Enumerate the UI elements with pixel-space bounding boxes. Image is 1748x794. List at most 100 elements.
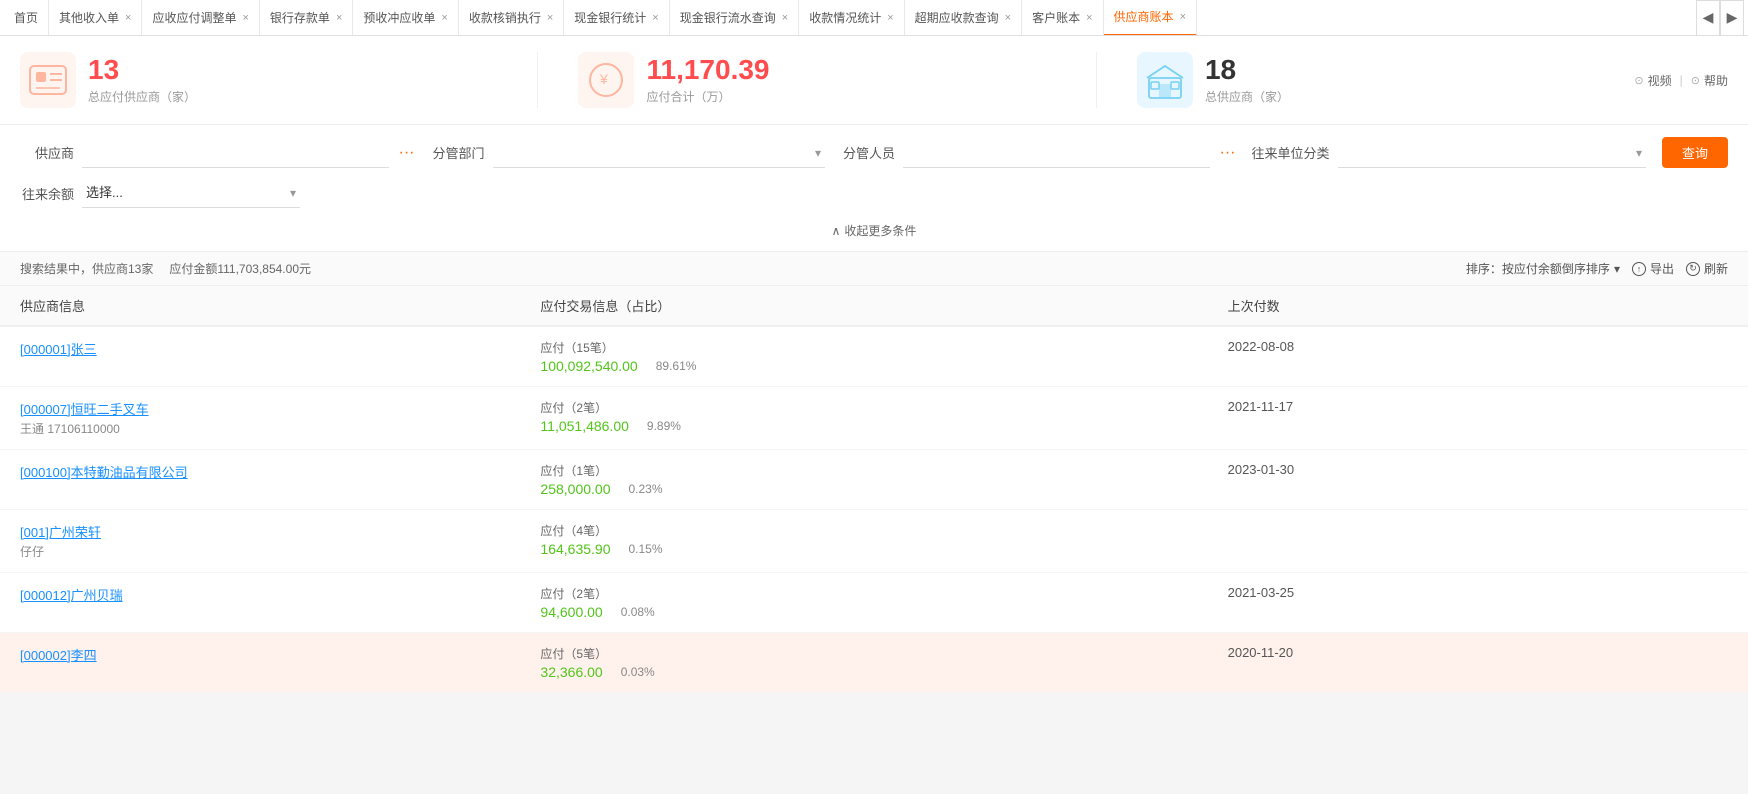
close-tab-customer-account[interactable]: × xyxy=(1086,12,1092,24)
supplier-cell-007: [000007]恒旺二手叉车 王通 17106110000 xyxy=(20,399,520,437)
stat-block-ap-total: ¥ 11,170.39 应付合计（万） xyxy=(537,52,1075,108)
supplier-link-012[interactable]: [000012]广州贝瑞 xyxy=(20,588,123,603)
trans-amount-002[interactable]: 32,366.00 xyxy=(540,664,602,680)
close-tab-receipt-verify[interactable]: × xyxy=(547,12,553,24)
dept-select[interactable] xyxy=(493,138,826,168)
close-tab-cash-bank-flow[interactable]: × xyxy=(782,12,788,24)
svg-text:¥: ¥ xyxy=(599,71,608,87)
supplier-link-002[interactable]: [000002]李四 xyxy=(20,648,97,663)
collapse-icon: ∧ xyxy=(832,224,841,238)
supplier-payable-icon xyxy=(20,52,76,108)
nav-tab-receipt-verify[interactable]: 收款核销执行 × xyxy=(459,0,564,36)
ap-total-icon: ¥ xyxy=(578,52,634,108)
lastpay-cell-007: 2021-11-17 xyxy=(1208,399,1562,414)
trans-amount-100[interactable]: 258,000.00 xyxy=(540,481,610,497)
table-row: [000012]广州贝瑞 应付（2笔） 94,600.00 0.08% 2021… xyxy=(0,573,1748,633)
nav-tab-overdue-ap[interactable]: 超期应收款查询 × xyxy=(905,0,1022,36)
stat-label-payable-suppliers: 总应付供应商（家） xyxy=(88,88,196,105)
supplier-link-001g[interactable]: [001]广州荣轩 xyxy=(20,525,101,540)
trans-label-001: 应付（15笔） xyxy=(540,339,1207,356)
refresh-label: 刷新 xyxy=(1704,260,1728,277)
stat-label-total-suppliers: 总供应商（家） xyxy=(1205,88,1289,105)
col-header-supplier: 供应商信息 xyxy=(20,296,520,315)
close-tab-other-income[interactable]: × xyxy=(125,12,131,24)
top-navigation: 首页 其他收入单 × 应收应付调整单 × 银行存款单 × 预收冲应收单 × 收款… xyxy=(0,0,1748,36)
trans-label-012: 应付（2笔） xyxy=(540,585,1207,602)
stat-number-ap-total: 11,170.39 xyxy=(646,56,769,84)
nav-tab-cash-bank-stat[interactable]: 现金银行统计 × xyxy=(564,0,669,36)
close-tab-advance-receipt[interactable]: × xyxy=(441,12,447,24)
sort-button[interactable]: 排序：按应付余额倒序排序 ▾ xyxy=(1466,260,1620,277)
transaction-cell-001: 应付（15笔） 100,092,540.00 89.61% xyxy=(520,339,1207,374)
supplier-input[interactable] xyxy=(82,138,389,168)
nav-arrows: ◀ ▶ xyxy=(1696,0,1744,36)
close-tab-bank-deposit[interactable]: × xyxy=(336,12,342,24)
nav-tab-bank-deposit[interactable]: 银行存款单 × xyxy=(260,0,353,36)
supplier-cell-100: [000100]本特勤油品有限公司 xyxy=(20,462,520,481)
supplier-dots[interactable]: ··· xyxy=(399,144,415,162)
trans-amount-001g[interactable]: 164,635.90 xyxy=(540,541,610,557)
col-header-transaction: 应付交易信息（占比） xyxy=(520,296,1207,315)
person-input[interactable] xyxy=(903,138,1210,168)
video-link[interactable]: 视频 xyxy=(1648,72,1672,89)
result-bar: 搜索结果中，供应商13家 应付金额111,703,854.00元 排序：按应付余… xyxy=(0,252,1748,286)
refresh-icon: ↻ xyxy=(1686,262,1700,276)
result-count: 搜索结果中，供应商13家 xyxy=(20,260,153,277)
table-row: [000001]张三 应付（15笔） 100,092,540.00 89.61%… xyxy=(0,327,1748,387)
trans-amount-007[interactable]: 11,051,486.00 xyxy=(540,418,629,434)
close-tab-ap-adjust[interactable]: × xyxy=(242,12,248,24)
supplier-link-007[interactable]: [000007]恒旺二手叉车 xyxy=(20,402,149,417)
table-row: [000100]本特勤油品有限公司 应付（1笔） 258,000.00 0.23… xyxy=(0,450,1748,510)
stat-label-ap-total: 应付合计（万） xyxy=(646,88,769,105)
person-dots[interactable]: ··· xyxy=(1220,144,1236,162)
filter-supplier: 供应商 ··· xyxy=(20,138,415,168)
nav-prev-button[interactable]: ◀ xyxy=(1696,0,1720,36)
trans-percent-012: 0.08% xyxy=(621,605,655,619)
trans-label-001g: 应付（4笔） xyxy=(540,522,1207,539)
result-actions: 排序：按应付余额倒序排序 ▾ ↑ 导出 ↻ 刷新 xyxy=(1466,260,1728,277)
export-button[interactable]: ↑ 导出 xyxy=(1632,260,1674,277)
nav-tab-supplier-account[interactable]: 供应商账本 × xyxy=(1104,0,1197,36)
filter-person-label: 分管人员 xyxy=(841,143,895,162)
filter-dept-label: 分管部门 xyxy=(431,143,485,162)
query-button[interactable]: 查询 xyxy=(1662,137,1728,168)
trans-amount-012[interactable]: 94,600.00 xyxy=(540,604,602,620)
close-tab-cash-bank-stat[interactable]: × xyxy=(652,12,658,24)
supplier-link-100[interactable]: [000100]本特勤油品有限公司 xyxy=(20,465,188,480)
stat-number-total-suppliers: 18 xyxy=(1205,56,1289,84)
trans-percent-100: 0.23% xyxy=(628,482,662,496)
table-row: [001]广州荣轩 仔仔 应付（4笔） 164,635.90 0.15% xyxy=(0,510,1748,573)
collapse-button[interactable]: ∧ 收起更多条件 xyxy=(20,218,1728,243)
nav-tab-ap-adjust[interactable]: 应收应付调整单 × xyxy=(142,0,259,36)
refresh-button[interactable]: ↻ 刷新 xyxy=(1686,260,1728,277)
supplier-sub-007: 王通 17106110000 xyxy=(20,420,520,437)
trans-amount-001[interactable]: 100,092,540.00 xyxy=(540,358,637,374)
help-link[interactable]: 帮助 xyxy=(1704,72,1728,89)
nav-tab-customer-account[interactable]: 客户账本 × xyxy=(1022,0,1103,36)
category-select[interactable] xyxy=(1338,138,1646,168)
nav-next-button[interactable]: ▶ xyxy=(1720,0,1744,36)
supplier-link-001[interactable]: [000001]张三 xyxy=(20,342,97,357)
close-tab-overdue-ap[interactable]: × xyxy=(1005,12,1011,24)
sort-icon: ▾ xyxy=(1614,262,1620,276)
trans-percent-001g: 0.15% xyxy=(628,542,662,556)
lastpay-cell-001: 2022-08-08 xyxy=(1208,339,1562,354)
export-icon: ↑ xyxy=(1632,262,1646,276)
balance-select[interactable]: 选择... xyxy=(82,178,300,208)
nav-tab-cash-bank-flow[interactable]: 现金银行流水查询 × xyxy=(670,0,799,36)
sort-label: 排序：按应付余额倒序排序 xyxy=(1466,260,1610,277)
close-tab-receipt-stat[interactable]: × xyxy=(887,12,893,24)
nav-tab-receipt-stat[interactable]: 收款情况统计 × xyxy=(799,0,904,36)
supplier-cell-012: [000012]广州贝瑞 xyxy=(20,585,520,604)
nav-tab-other-income[interactable]: 其他收入单 × xyxy=(49,0,142,36)
nav-tab-advance-receipt[interactable]: 预收冲应收单 × xyxy=(353,0,458,36)
supplier-cell-001: [000001]张三 xyxy=(20,339,520,358)
category-select-wrap: ▾ xyxy=(1338,138,1646,168)
close-tab-supplier-account[interactable]: × xyxy=(1180,11,1186,23)
stats-header: 13 总应付供应商（家） ¥ 11,170.39 应付合计（万） xyxy=(0,36,1748,125)
lastpay-cell-012: 2021-03-25 xyxy=(1208,585,1562,600)
transaction-cell-002: 应付（5笔） 32,366.00 0.03% xyxy=(520,645,1207,680)
lastpay-date-100: 2023-01-30 xyxy=(1228,462,1295,477)
nav-tab-home[interactable]: 首页 xyxy=(4,0,49,36)
collapse-label: 收起更多条件 xyxy=(844,222,916,239)
